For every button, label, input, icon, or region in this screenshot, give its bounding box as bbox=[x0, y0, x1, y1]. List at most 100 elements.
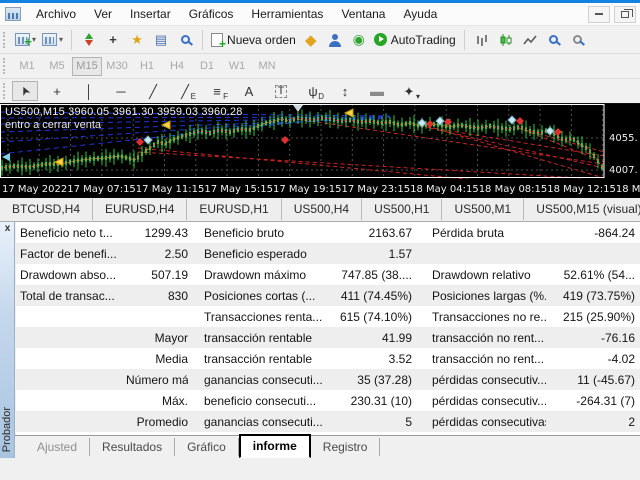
report-label: Factor de benefi... bbox=[20, 246, 117, 261]
chart-tab[interactable]: US500,M15 (visual) bbox=[524, 199, 640, 220]
menu-item[interactable]: Ayuda bbox=[394, 5, 446, 23]
timeframe-button[interactable]: H1 bbox=[132, 57, 162, 76]
new-order-label: Nueva orden bbox=[227, 32, 296, 47]
time-axis-label: 18 May 08:15 bbox=[478, 183, 548, 195]
restore-button[interactable] bbox=[614, 5, 636, 23]
toolbar-grip[interactable] bbox=[3, 83, 8, 99]
zoom-out-button[interactable] bbox=[566, 29, 590, 51]
line-chart-button[interactable] bbox=[518, 29, 542, 51]
toolbar-grip[interactable] bbox=[3, 58, 8, 74]
chevron-down-icon: ▾ bbox=[59, 35, 64, 44]
drawing-tool-button[interactable]: T bbox=[268, 81, 294, 101]
new-chart-button[interactable]: + ▾ bbox=[12, 29, 39, 51]
favorites-icon: ★ bbox=[131, 31, 143, 47]
report-value: 35 (37.28) bbox=[357, 372, 412, 387]
chart-area[interactable]: US500,M15 3960.05 3961.30 3959.03 3960.2… bbox=[0, 104, 640, 198]
candlestick-chart-button[interactable] bbox=[494, 29, 518, 51]
menu-item[interactable]: Gráficos bbox=[180, 5, 243, 23]
drawing-tool-button[interactable]: ψD bbox=[300, 81, 326, 102]
drawing-tool-button[interactable]: ╱ E bbox=[172, 81, 198, 102]
drawing-tool-button[interactable]: ↕ bbox=[332, 81, 358, 101]
minimize-button[interactable] bbox=[588, 5, 610, 23]
drawing-tool-button[interactable]: ✦ ▾ bbox=[396, 81, 422, 102]
report-label: pérdidas consecutivas bbox=[432, 414, 546, 429]
new-order-button[interactable]: Nueva orden bbox=[208, 29, 299, 51]
report-value: 1.57 bbox=[388, 246, 412, 261]
time-axis-label: 17 May 2022 bbox=[2, 183, 68, 195]
report-value: Mayor bbox=[154, 330, 188, 345]
metaeditor-button[interactable]: ◆ bbox=[299, 29, 323, 51]
strategy-tester-panel: x Probador Beneficio neto t... 1299.43 B… bbox=[0, 222, 640, 480]
crosshair-icon: + bbox=[109, 32, 117, 47]
zoom-out-icon bbox=[573, 35, 583, 44]
timeframe-button[interactable]: D1 bbox=[192, 57, 222, 76]
timeframe-button[interactable]: M1 bbox=[12, 57, 42, 76]
toolbar-separator bbox=[202, 29, 204, 50]
chart-tab[interactable]: US500,M1 bbox=[442, 199, 525, 220]
drawing-tool-button[interactable]: + bbox=[44, 81, 70, 101]
tester-tab[interactable]: Resultados bbox=[90, 438, 176, 456]
navigator-button[interactable]: ★ bbox=[125, 29, 149, 51]
drawing-tool-button[interactable]: A bbox=[236, 81, 262, 101]
community-button[interactable] bbox=[323, 29, 347, 51]
signals-button[interactable]: ◉ bbox=[347, 29, 371, 51]
timeframe-button[interactable]: M15 bbox=[72, 56, 102, 76]
menu-item[interactable]: Insertar bbox=[121, 5, 180, 23]
timeframe-button[interactable]: H4 bbox=[162, 57, 192, 76]
profiles-button[interactable]: ▾ bbox=[39, 29, 66, 51]
timeframe-button[interactable]: M30 bbox=[102, 57, 132, 76]
autotrading-button[interactable]: AutoTrading bbox=[371, 29, 459, 51]
drawing-toolbar: ➤ + │ ─ ╱ ╱ E ≡ F A Tψ D ↕ ▬ ✦ ▾ bbox=[0, 79, 640, 104]
new-chart-icon: + bbox=[15, 33, 32, 48]
report-value: Media bbox=[155, 351, 188, 366]
menu-item[interactable]: Ver bbox=[85, 5, 121, 23]
chart-tab-bar: BTCUSD,H4 EURUSD,H4 EURUSD,H1 US500,H4 US500… bbox=[0, 198, 640, 222]
timeframe-button[interactable]: MN bbox=[252, 57, 282, 76]
zoom-in-button[interactable] bbox=[542, 29, 566, 51]
drawing-tool-button[interactable]: ─ bbox=[108, 81, 134, 101]
report-value: 230.31 (10) bbox=[350, 393, 412, 408]
report-row: Beneficio neto t... 1299.43 Beneficio br… bbox=[16, 222, 640, 243]
chart-tab[interactable]: EURUSD,H4 bbox=[93, 199, 188, 220]
drawing-tool-button[interactable]: ▬ bbox=[364, 81, 390, 101]
report-value: 11 (-45.67) bbox=[577, 372, 635, 387]
market-watch-button[interactable] bbox=[77, 29, 101, 51]
drawing-tool-button[interactable]: ➤ bbox=[12, 81, 38, 101]
timeframe-button[interactable]: M5 bbox=[42, 57, 72, 76]
chart-tab[interactable]: US500,H4 bbox=[282, 199, 363, 220]
tester-tab[interactable]: Ajusted bbox=[25, 438, 91, 456]
tester-tab[interactable]: Gráfico bbox=[175, 438, 239, 456]
time-axis-label: 17 May 11:15 bbox=[135, 183, 205, 195]
close-icon[interactable]: x bbox=[0, 223, 15, 234]
report-label: ganancias consecuti... bbox=[204, 372, 322, 387]
chart-tab[interactable]: BTCUSD,H4 bbox=[0, 199, 94, 220]
report-value: 41.99 bbox=[381, 330, 412, 345]
drawing-tool-button[interactable]: ╱ bbox=[140, 81, 166, 101]
bar-chart-button[interactable] bbox=[470, 29, 494, 51]
chart-tab[interactable]: US500,H1 bbox=[362, 199, 443, 220]
tester-tab[interactable]: Registro bbox=[311, 438, 381, 456]
menu-item[interactable]: Ventana bbox=[332, 5, 394, 23]
report-value: 830 bbox=[167, 288, 188, 303]
autotrading-icon bbox=[373, 33, 387, 46]
price-axis-label: 4055. bbox=[609, 133, 638, 144]
drawing-tool-button[interactable]: ≡ F bbox=[204, 81, 230, 102]
toolbar-grip[interactable] bbox=[3, 31, 8, 48]
timeframe-button[interactable]: W1 bbox=[222, 57, 252, 76]
report-row: Drawdown abso... 507.19 Drawdown máximo … bbox=[16, 264, 640, 285]
report-value: 215 (25.90%) bbox=[562, 309, 635, 324]
menu-item[interactable]: Herramientas bbox=[242, 5, 332, 23]
report-row: Total de transac... 830 Posiciones corta… bbox=[16, 285, 640, 306]
report-row: Factor de benefi... 2.50 Beneficio esper… bbox=[16, 243, 640, 264]
drawing-tool-button[interactable]: │ bbox=[76, 81, 102, 101]
chart-tab[interactable]: EURUSD,H1 bbox=[187, 199, 282, 220]
data-window-button[interactable]: + bbox=[101, 29, 125, 51]
report-label: Drawdown máximo bbox=[204, 267, 307, 282]
report-value: 3.52 bbox=[388, 351, 412, 366]
strategy-tester-button[interactable] bbox=[173, 29, 197, 51]
terminal-button[interactable]: ▤ bbox=[149, 29, 173, 51]
tester-tab[interactable]: informe bbox=[238, 433, 311, 458]
menu-item[interactable]: Archivo bbox=[27, 5, 85, 23]
strategy-tester-icon bbox=[180, 35, 190, 44]
profiles-icon bbox=[42, 33, 58, 46]
